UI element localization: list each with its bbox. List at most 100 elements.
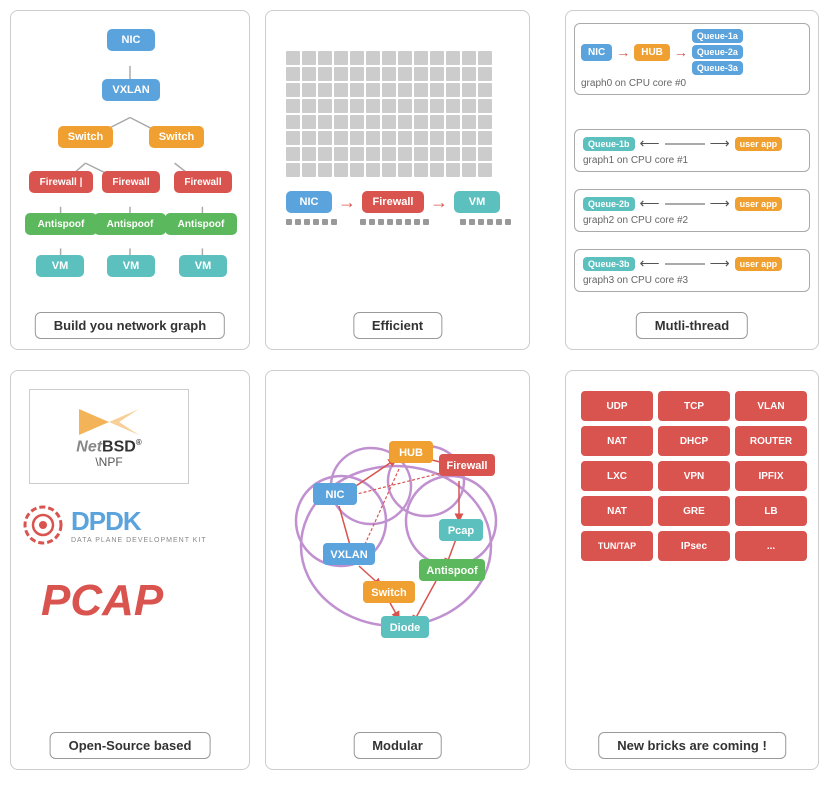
newbricks-section: UDP TCP VLAN NAT DHCP ROUTER LXC VPN IPF…: [565, 370, 819, 770]
tree-nic-node: NIC: [107, 29, 155, 51]
graph2-label: graph2 on CPU core #2: [583, 215, 801, 226]
brick-nat1: NAT: [581, 426, 653, 456]
firewall-dots: [360, 219, 429, 225]
svg-text:VXLAN: VXLAN: [330, 549, 367, 561]
pipeline-vm: VM: [454, 191, 500, 213]
g1-line: [665, 143, 705, 145]
g3-app: user app: [735, 257, 783, 271]
dpdk-main-text: DPDK: [71, 506, 207, 537]
vm-dots: [460, 219, 511, 225]
pipeline-firewall: Firewall: [362, 191, 424, 213]
q1b: Queue-1b: [583, 137, 635, 151]
tree-firewall3-node: Firewall: [174, 171, 232, 193]
graph2-row: Queue-2b ⟵ ⟶ user app graph2 on CPU core…: [574, 189, 810, 232]
svg-text:Diode: Diode: [390, 622, 421, 634]
tree-antispoof3-node: Antispoof: [165, 213, 237, 235]
multithread-label: Mutli-thread: [636, 312, 748, 339]
svg-text:NIC: NIC: [326, 489, 345, 501]
graph1-row: Queue-1b ⟵ ⟶ user app graph1 on CPU core…: [574, 129, 810, 172]
brick-vpn: VPN: [658, 461, 730, 491]
brick-lxc: LXC: [581, 461, 653, 491]
tree-firewall1-node: Firewall |: [29, 171, 93, 193]
g1-app: user app: [735, 137, 783, 151]
brick-vlan: VLAN: [735, 391, 807, 421]
tree-switch1-node: Switch: [58, 126, 113, 148]
brick-ipsec: IPsec: [658, 531, 730, 561]
opensource-label: Open-Source based: [50, 732, 211, 759]
brick-udp: UDP: [581, 391, 653, 421]
q2b: Queue-2b: [583, 197, 635, 211]
efficient-label: Efficient: [353, 312, 442, 339]
arrow1: →: [338, 192, 356, 213]
tree-antispoof1-node: Antispoof: [25, 213, 97, 235]
pipeline-nic: NIC: [286, 191, 332, 213]
graph0-queues: Queue-1a Queue-2a Queue-3a: [692, 29, 743, 75]
tree-vm1-node: VM: [36, 255, 84, 277]
q2a: Queue-2a: [692, 45, 743, 59]
packet-grid: [286, 51, 492, 177]
graph3-label: graph3 on CPU core #3: [583, 275, 801, 286]
build-label: Build you network graph: [35, 312, 225, 339]
tree-vxlan-node: VXLAN: [102, 79, 160, 101]
g2-arrow: ⟵: [640, 195, 660, 212]
dpdk-sub-text: DATA PLANE DEVELOPMENT KIT: [71, 537, 207, 544]
g1-arrow2: ⟶: [710, 135, 730, 152]
brick-tuntap: TUN/TAP: [581, 531, 653, 561]
bricks-grid: UDP TCP VLAN NAT DHCP ROUTER LXC VPN IPF…: [581, 391, 807, 596]
brick-tcp: TCP: [658, 391, 730, 421]
tree-switch2-node: Switch: [149, 126, 204, 148]
q3a: Queue-3a: [692, 61, 743, 75]
pcap-text: PCAP: [41, 576, 163, 626]
g2-line: [665, 203, 705, 205]
q3b: Queue-3b: [583, 257, 635, 271]
arrow2: →: [430, 192, 448, 213]
brick-lb: LB: [735, 496, 807, 526]
svg-text:HUB: HUB: [399, 447, 423, 459]
dpdk-row: DPDK DATA PLANE DEVELOPMENT KIT: [21, 503, 207, 547]
npf-text: \NPF: [95, 455, 122, 469]
netbsd-logo-svg: [74, 404, 144, 439]
newbricks-label: New bricks are coming !: [598, 732, 786, 759]
brick-nat2: NAT: [581, 496, 653, 526]
netbsd-box: NetBSD® \NPF: [29, 389, 189, 484]
brick-gre: GRE: [658, 496, 730, 526]
g3-arrow2: ⟶: [710, 255, 730, 272]
graph0-hub: HUB: [634, 44, 670, 61]
multithread-section: NIC → HUB → Queue-1a Queue-2a Queue-3a g…: [565, 10, 819, 350]
svg-text:Switch: Switch: [371, 587, 407, 599]
g3-line: [665, 263, 705, 265]
dpdk-text-col: DPDK DATA PLANE DEVELOPMENT KIT: [71, 506, 207, 544]
svg-text:Firewall: Firewall: [447, 460, 488, 472]
modular-cloud-svg: HUB Firewall NIC Pcap VXLAN Switch Antis…: [266, 371, 531, 731]
g2-arrow2: ⟶: [710, 195, 730, 212]
g3-arrow: ⟵: [640, 255, 660, 272]
modular-label: Modular: [353, 732, 442, 759]
tree-antispoof2-node: Antispoof: [94, 213, 166, 235]
brick-dhcp: DHCP: [658, 426, 730, 456]
g1-arrow: ⟵: [640, 135, 660, 152]
g2-app: user app: [735, 197, 783, 211]
netbsd-text: NetBSD®: [76, 439, 141, 455]
graph0-nic: NIC: [581, 44, 612, 61]
brick-ipfix: IPFIX: [735, 461, 807, 491]
q1a: Queue-1a: [692, 29, 743, 43]
brick-etc: ...: [735, 531, 807, 561]
graph0-label: graph0 on CPU core #0: [581, 78, 803, 89]
build-network-section: NIC VXLAN Switch Switch Firewall | Firew…: [10, 10, 250, 350]
nic-dots: [286, 219, 337, 225]
svg-text:Antispoof: Antispoof: [426, 565, 478, 577]
dpdk-spiral-icon: [21, 503, 65, 547]
g0-arrow: →: [616, 44, 630, 60]
tree-firewall2-node: Firewall: [102, 171, 160, 193]
brick-router: ROUTER: [735, 426, 807, 456]
svg-text:Pcap: Pcap: [448, 525, 475, 537]
graph3-row: Queue-3b ⟵ ⟶ user app graph3 on CPU core…: [574, 249, 810, 292]
graph0-row: NIC → HUB → Queue-1a Queue-2a Queue-3a g…: [574, 23, 810, 95]
efficient-section: NIC → Firewall → VM Efficient: [265, 10, 530, 350]
graph1-label: graph1 on CPU core #1: [583, 155, 801, 166]
tree-vm2-node: VM: [107, 255, 155, 277]
g0-arrow2: →: [674, 44, 688, 60]
modular-section: HUB Firewall NIC Pcap VXLAN Switch Antis…: [265, 370, 530, 770]
opensource-section: NetBSD® \NPF DPDK DATA PLANE DEVELOPMENT…: [10, 370, 250, 770]
tree-vm3-node: VM: [179, 255, 227, 277]
